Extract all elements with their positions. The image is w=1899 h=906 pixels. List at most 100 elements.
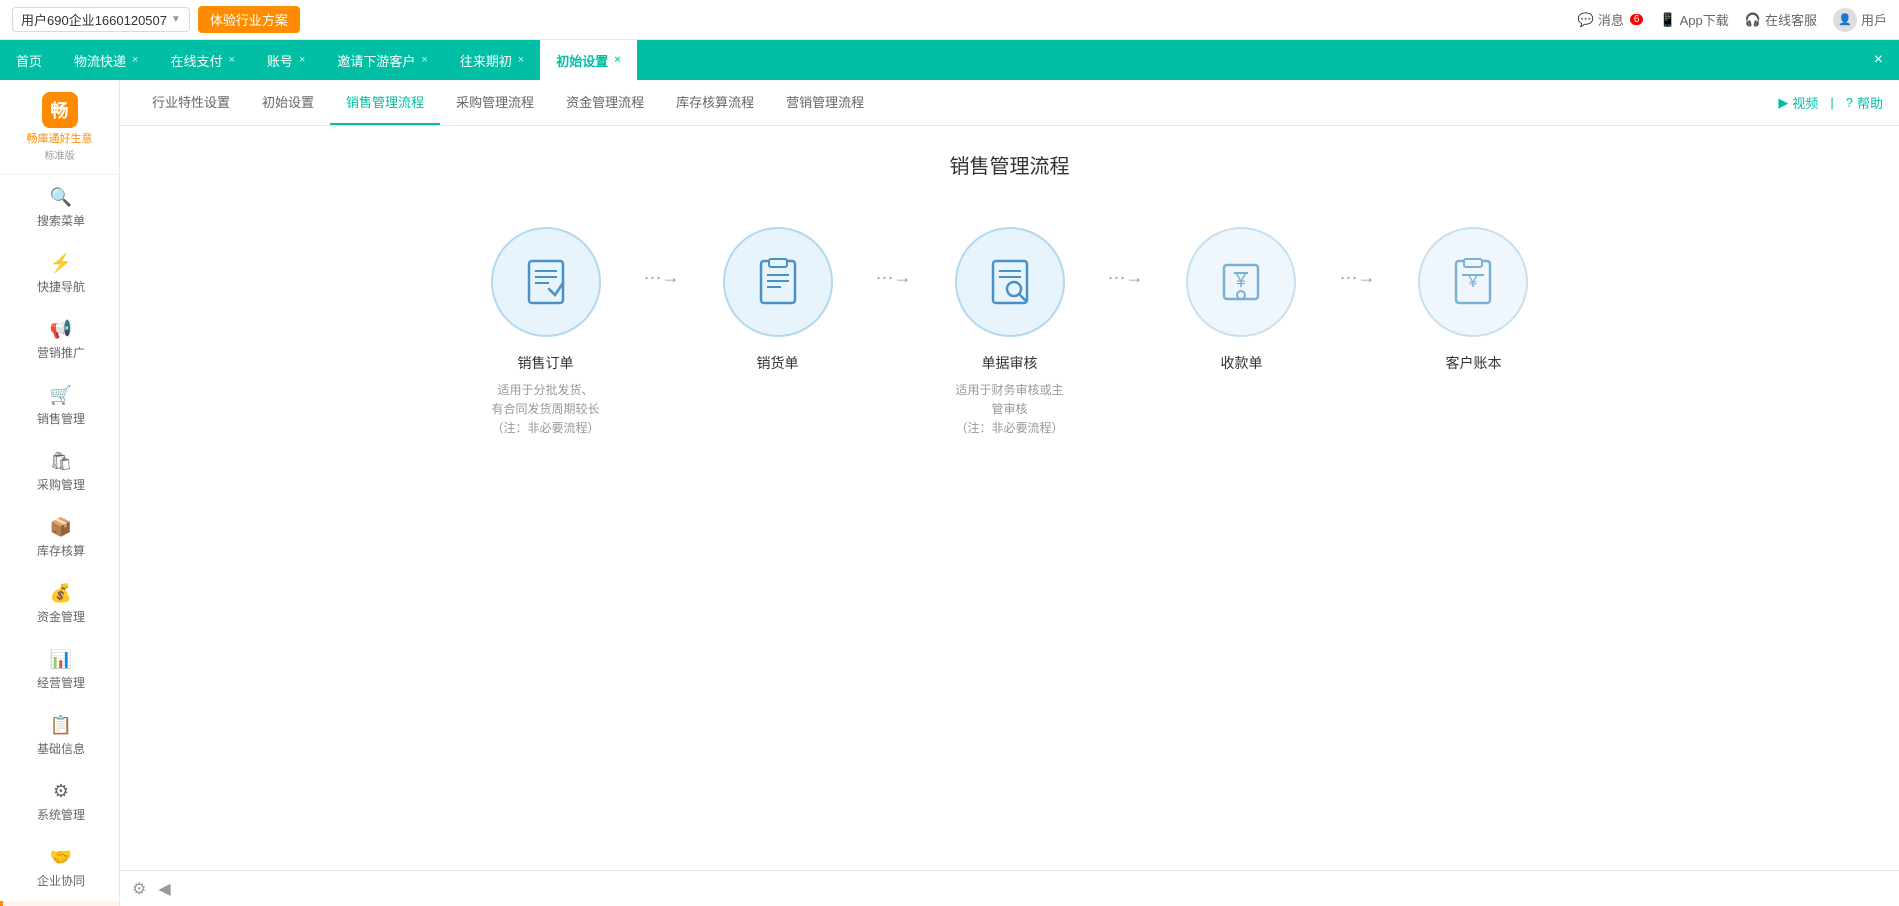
sales-order-label: 销售订单: [518, 353, 574, 373]
doc-review-circle[interactable]: [955, 227, 1065, 337]
sidebar-item-sales[interactable]: 🛒 销售管理: [0, 373, 119, 439]
sidebar-item-operation-label: 经营管理: [37, 674, 85, 691]
play-icon: ▶: [1778, 95, 1788, 111]
content-area: 行业特性设置 初始设置 销售管理流程 采购管理流程 资金管理流程 库存核算流程: [120, 80, 1899, 906]
sidebar-item-cooperation[interactable]: 🤝 企业协同: [0, 835, 119, 901]
nav-close-all-button[interactable]: ×: [1858, 51, 1899, 69]
search-icon: 🔍: [50, 187, 72, 208]
sidebar-item-system[interactable]: ⚙ 系统管理: [0, 769, 119, 835]
sidebar-item-purchase-label: 采购管理: [37, 476, 85, 493]
nav-payment[interactable]: 在线支付 ×: [154, 40, 250, 80]
sidebar-item-basic[interactable]: 📋 基础信息: [0, 703, 119, 769]
page-content: 销售管理流程 销售订单 适用于分批发货、有合同: [120, 126, 1899, 870]
nav-home-label: 首页: [16, 51, 42, 70]
sidebar-item-search-label: 搜索菜单: [37, 212, 85, 229]
nav-period[interactable]: 往来期初 ×: [444, 40, 540, 80]
sidebar-item-operation[interactable]: 📊 经营管理: [0, 637, 119, 703]
sub-tabs: 行业特性设置 初始设置 销售管理流程 采购管理流程 资金管理流程 库存核算流程: [120, 80, 1899, 126]
help-link[interactable]: ? 帮助: [1846, 93, 1883, 112]
nav-invite-close[interactable]: ×: [421, 54, 427, 66]
sub-tab-industry[interactable]: 行业特性设置: [136, 80, 246, 125]
page-title: 销售管理流程: [160, 150, 1859, 179]
logo-edition: 标准版: [45, 147, 75, 162]
sub-tab-inventory-flow-label: 库存核算流程: [676, 95, 754, 110]
sidebar-item-quick-nav-label: 快捷导航: [37, 278, 85, 295]
finance-icon: 💰: [50, 583, 72, 604]
doc-review-desc: 适用于财务审核或主管审核（注：非必要流程）: [955, 381, 1063, 439]
nav-logistics-close[interactable]: ×: [132, 54, 138, 66]
svg-text:¥: ¥: [1468, 274, 1478, 291]
help-label: 帮助: [1857, 93, 1883, 112]
avatar: 👤: [1833, 8, 1857, 32]
trial-button[interactable]: 体验行业方案: [198, 6, 300, 33]
sidebar-item-system-label: 系统管理: [37, 806, 85, 823]
sales-delivery-circle[interactable]: [723, 227, 833, 337]
sidebar-item-inventory-label: 库存核算: [37, 542, 85, 559]
customer-account-circle[interactable]: ¥: [1418, 227, 1528, 337]
sub-tab-finance-flow[interactable]: 资金管理流程: [550, 80, 660, 125]
nav-logistics-label: 物流快递: [74, 51, 126, 70]
sub-tab-sales-flow[interactable]: 销售管理流程: [330, 80, 440, 125]
video-label: 视频: [1792, 93, 1818, 112]
nav-payment-close[interactable]: ×: [228, 54, 234, 66]
sub-tab-purchase-flow[interactable]: 采购管理流程: [440, 80, 550, 125]
headset-icon: 🎧: [1745, 12, 1761, 28]
sub-tab-marketing-flow-label: 营销管理流程: [786, 95, 864, 110]
flow-arrow-1: ···→: [636, 267, 688, 288]
sub-tab-init[interactable]: 初始设置: [246, 80, 330, 125]
sales-order-circle[interactable]: [491, 227, 601, 337]
sidebar-item-search[interactable]: 🔍 搜索菜单: [0, 175, 119, 241]
message-button[interactable]: 💬 消息 6: [1578, 10, 1644, 29]
divider: |: [1830, 95, 1833, 110]
nav-account-close[interactable]: ×: [299, 54, 305, 66]
sidebar-item-guide[interactable]: 🎯 新手引导: [0, 901, 119, 906]
receipt-circle[interactable]: ¥: [1186, 227, 1296, 337]
cooperation-icon: 🤝: [50, 847, 72, 868]
nav-period-close[interactable]: ×: [518, 54, 524, 66]
sidebar-item-quick-nav[interactable]: ⚡ 快捷导航: [0, 241, 119, 307]
sidebar-item-cooperation-label: 企业协同: [37, 872, 85, 889]
help-icon: ?: [1846, 95, 1853, 110]
sub-tab-inventory-flow[interactable]: 库存核算流程: [660, 80, 770, 125]
flow-item-sales-order: 销售订单 适用于分批发货、有合同发货周期较长（注：非必要流程）: [456, 227, 636, 439]
system-icon: ⚙: [53, 781, 69, 802]
top-header: 用户690企业1660120507 ▼ 体验行业方案 💬 消息 6 📱 App下…: [0, 0, 1899, 40]
user-selector[interactable]: 用户690企业1660120507 ▼: [12, 7, 190, 32]
nav-init-settings-close[interactable]: ×: [614, 54, 620, 66]
sidebar-item-finance[interactable]: 💰 资金管理: [0, 571, 119, 637]
collapse-icon[interactable]: ◀: [158, 879, 170, 899]
sidebar-item-marketing-label: 营销推广: [37, 344, 85, 361]
flow-diagram: 销售订单 适用于分批发货、有合同发货周期较长（注：非必要流程） ···→: [160, 227, 1859, 439]
nav-home[interactable]: 首页: [0, 40, 58, 80]
nav-account[interactable]: 账号 ×: [251, 40, 321, 80]
sub-tabs-list: 行业特性设置 初始设置 销售管理流程 采购管理流程 资金管理流程 库存核算流程: [136, 80, 880, 125]
sidebar-item-marketing[interactable]: 📢 营销推广: [0, 307, 119, 373]
nav-period-label: 往来期初: [460, 51, 512, 70]
flow-item-sales-delivery: 销货单: [688, 227, 868, 381]
sidebar-item-inventory[interactable]: 📦 库存核算: [0, 505, 119, 571]
app-download-label: App下载: [1680, 10, 1729, 29]
sidebar-item-purchase[interactable]: 🛍 采购管理: [0, 439, 119, 505]
sales-icon: 🛒: [50, 385, 72, 406]
sub-tab-marketing-flow[interactable]: 营销管理流程: [770, 80, 880, 125]
nav-invite[interactable]: 邀请下游客户 ×: [321, 40, 443, 80]
user-label: 用户690企业1660120507: [21, 10, 167, 29]
video-link[interactable]: ▶ 视频: [1778, 93, 1818, 112]
sidebar-item-basic-label: 基础信息: [37, 740, 85, 757]
header-left: 用户690企业1660120507 ▼ 体验行业方案: [12, 6, 300, 33]
sidebar-item-sales-label: 销售管理: [37, 410, 85, 427]
app-download-button[interactable]: 📱 App下载: [1659, 10, 1728, 29]
operation-icon: 📊: [50, 649, 72, 670]
nav-account-label: 账号: [267, 51, 293, 70]
bottom-bar: ⚙ ◀: [120, 870, 1899, 906]
settings-icon[interactable]: ⚙: [132, 879, 146, 899]
sub-tab-industry-label: 行业特性设置: [152, 95, 230, 110]
sub-tabs-right: ▶ 视频 | ? 帮助: [1778, 93, 1883, 112]
sales-order-desc: 适用于分批发货、有合同发货周期较长（注：非必要流程）: [492, 381, 600, 439]
chevron-down-icon: ▼: [171, 14, 181, 25]
nav-logistics[interactable]: 物流快递 ×: [58, 40, 154, 80]
user-avatar-button[interactable]: 👤 用戶: [1833, 8, 1887, 32]
online-service-button[interactable]: 🎧 在线客服: [1745, 10, 1817, 29]
nav-init-settings[interactable]: 初始设置 ×: [540, 40, 636, 80]
message-badge: 6: [1630, 14, 1644, 25]
